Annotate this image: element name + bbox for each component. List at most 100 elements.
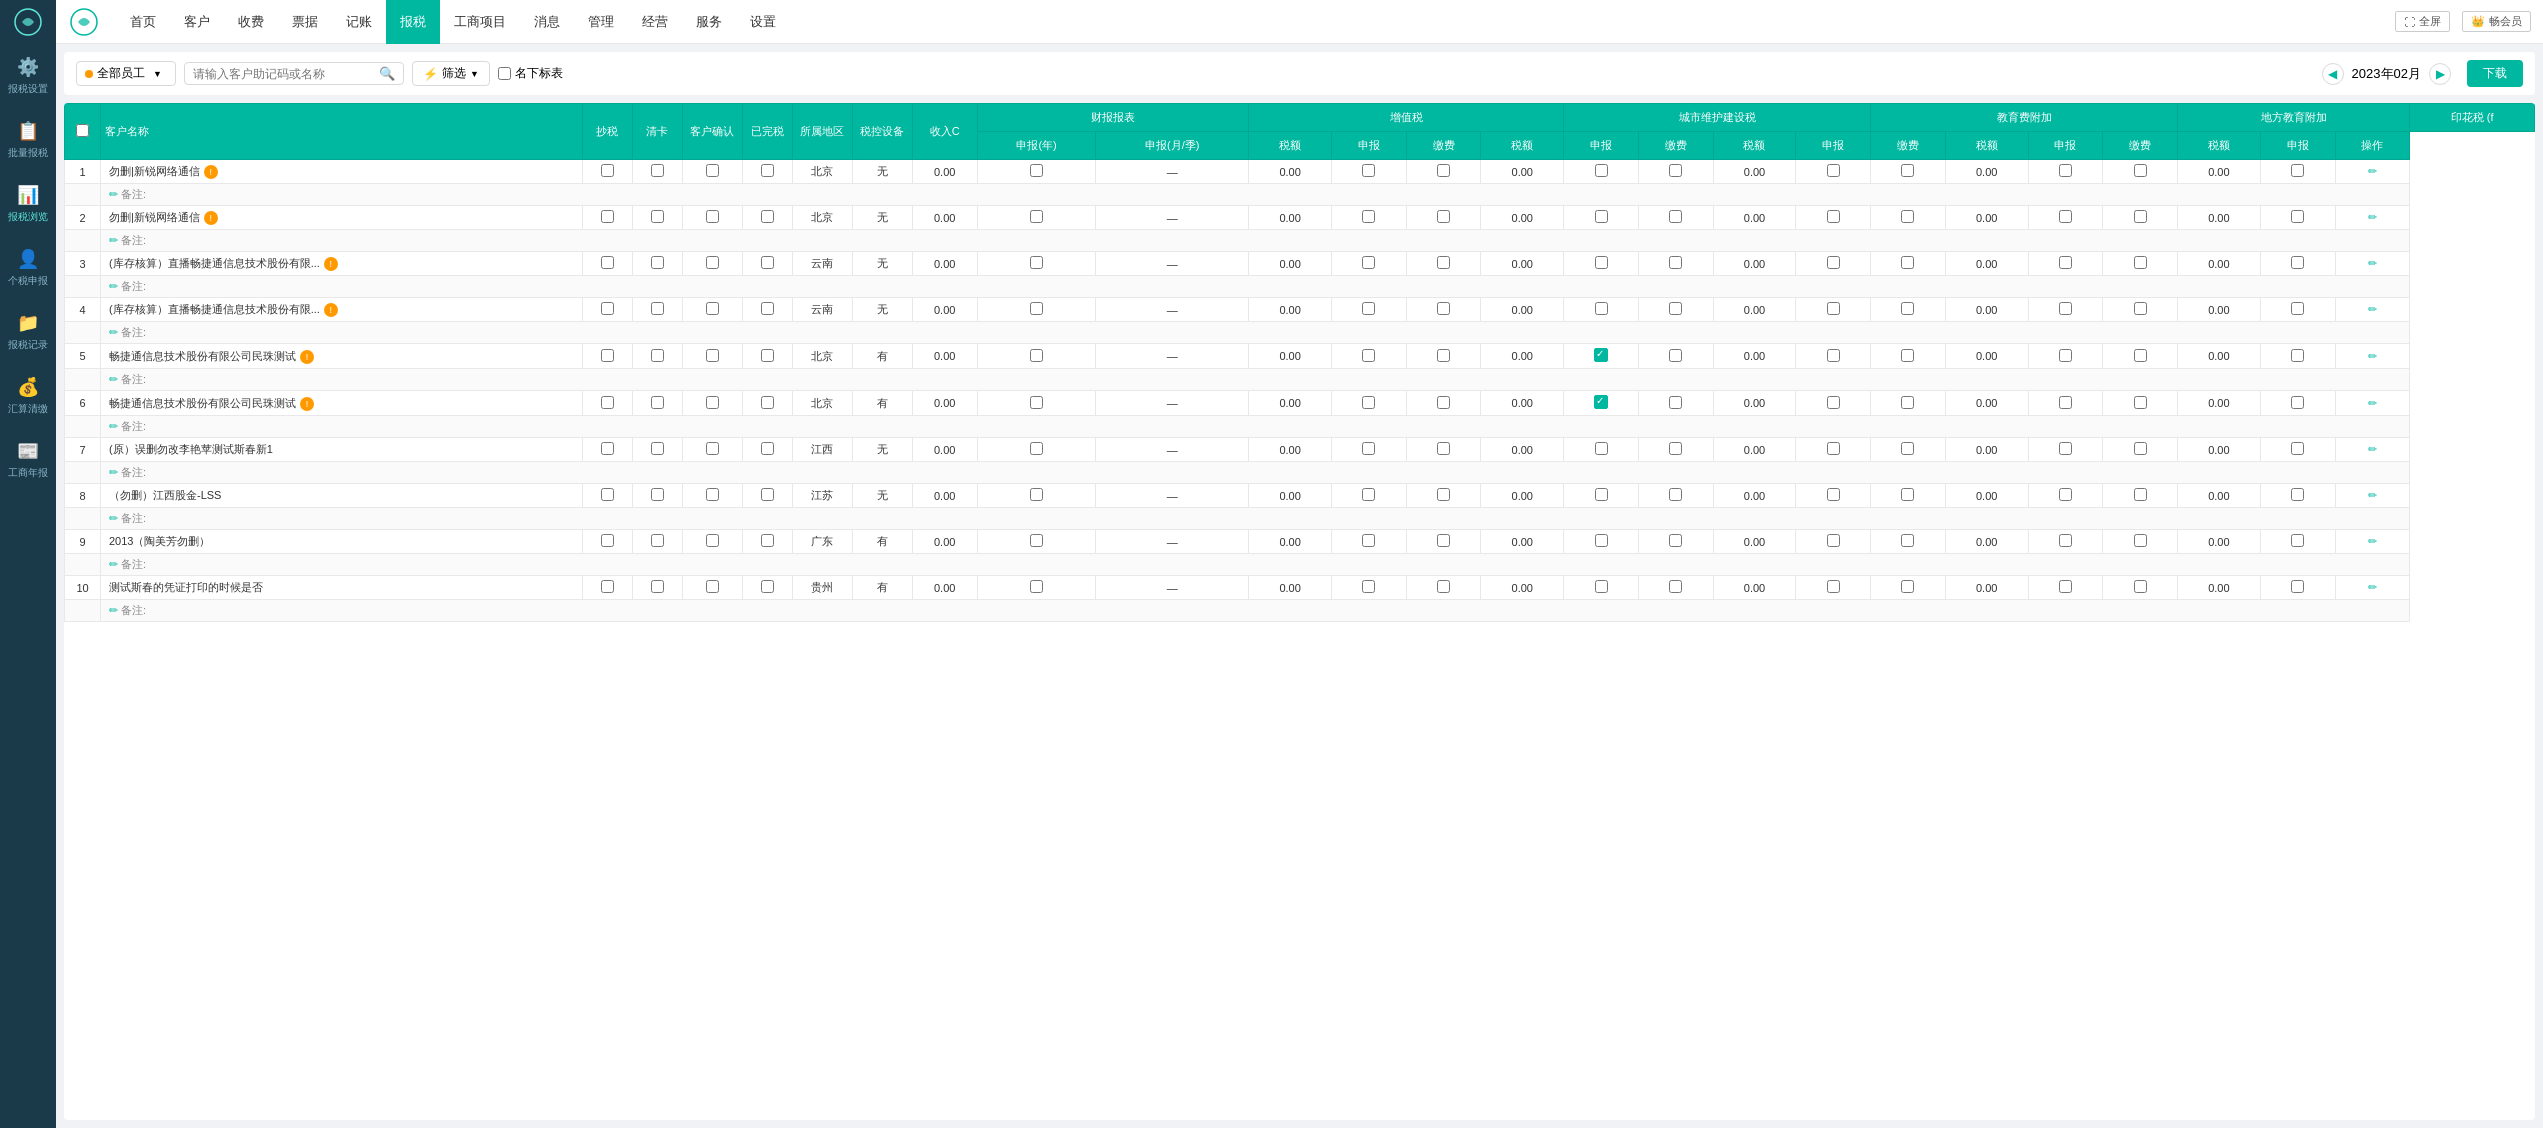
chaoshui-checkbox[interactable] xyxy=(582,576,632,600)
vat-declare-checkbox[interactable] xyxy=(1332,484,1407,508)
annual-declare-checkbox[interactable] xyxy=(977,160,1096,184)
confirm-checkbox[interactable] xyxy=(682,484,742,508)
edit-button[interactable]: ✏ xyxy=(2335,344,2410,369)
chaoshui-checkbox[interactable] xyxy=(582,530,632,554)
edit-button[interactable]: ✏ xyxy=(2335,252,2410,276)
qingka-checkbox[interactable] xyxy=(632,484,682,508)
city-pay-checkbox[interactable] xyxy=(1638,438,1713,462)
sidebar-item-geshuishenbao[interactable]: 👤 个税申报 xyxy=(0,236,56,300)
vat-pay-checkbox[interactable] xyxy=(1406,530,1481,554)
nav-operation[interactable]: 经营 xyxy=(628,0,682,44)
edu-pay-checkbox[interactable] xyxy=(1871,344,1946,369)
stamp-declare-checkbox[interactable] xyxy=(2260,391,2335,416)
confirm-checkbox[interactable] xyxy=(682,438,742,462)
annual-declare-checkbox[interactable] xyxy=(977,206,1096,230)
edu-pay-checkbox[interactable] xyxy=(1871,298,1946,322)
local-declare-checkbox[interactable] xyxy=(2028,298,2103,322)
local-declare-checkbox[interactable] xyxy=(2028,391,2103,416)
sidebar-item-baoshuishezhi[interactable]: ⚙️ 报税设置 xyxy=(0,44,56,108)
remark-edit-icon[interactable]: ✏ xyxy=(109,512,118,524)
qingka-checkbox[interactable] xyxy=(632,530,682,554)
nav-settings[interactable]: 设置 xyxy=(736,0,790,44)
remark-edit-icon[interactable]: ✏ xyxy=(109,280,118,292)
confirm-checkbox[interactable] xyxy=(682,344,742,369)
annual-declare-checkbox[interactable] xyxy=(977,252,1096,276)
vat-declare-checkbox[interactable] xyxy=(1332,252,1407,276)
local-declare-checkbox[interactable] xyxy=(2028,438,2103,462)
edit-button[interactable]: ✏ xyxy=(2335,438,2410,462)
edit-button[interactable]: ✏ xyxy=(2335,206,2410,230)
edit-button[interactable]: ✏ xyxy=(2335,160,2410,184)
annual-declare-checkbox[interactable] xyxy=(977,530,1096,554)
edit-button[interactable]: ✏ xyxy=(2335,530,2410,554)
local-pay-checkbox[interactable] xyxy=(2103,206,2178,230)
nav-home[interactable]: 首页 xyxy=(116,0,170,44)
vat-pay-checkbox[interactable] xyxy=(1406,298,1481,322)
nav-billing[interactable]: 收费 xyxy=(224,0,278,44)
edu-declare-checkbox[interactable] xyxy=(1796,344,1871,369)
city-pay-checkbox[interactable] xyxy=(1638,391,1713,416)
city-declare-checkbox[interactable] xyxy=(1564,484,1639,508)
annual-declare-checkbox[interactable] xyxy=(977,438,1096,462)
stamp-declare-checkbox[interactable] xyxy=(2260,484,2335,508)
chaoshui-checkbox[interactable] xyxy=(582,438,632,462)
nav-business[interactable]: 工商项目 xyxy=(440,0,520,44)
local-declare-checkbox[interactable] xyxy=(2028,484,2103,508)
chaoshui-checkbox[interactable] xyxy=(582,252,632,276)
city-pay-checkbox[interactable] xyxy=(1638,160,1713,184)
select-all-checkbox[interactable] xyxy=(76,124,89,137)
edu-declare-checkbox[interactable] xyxy=(1796,438,1871,462)
vat-declare-checkbox[interactable] xyxy=(1332,576,1407,600)
remark-edit-icon[interactable]: ✏ xyxy=(109,466,118,478)
vat-declare-checkbox[interactable] xyxy=(1332,206,1407,230)
edu-pay-checkbox[interactable] xyxy=(1871,206,1946,230)
remark-edit-icon[interactable]: ✏ xyxy=(109,604,118,616)
paid-checkbox[interactable] xyxy=(742,206,792,230)
chaoshui-checkbox[interactable] xyxy=(582,298,632,322)
qingka-checkbox[interactable] xyxy=(632,252,682,276)
date-prev-button[interactable]: ◀ xyxy=(2322,63,2344,85)
qingka-checkbox[interactable] xyxy=(632,160,682,184)
paid-checkbox[interactable] xyxy=(742,530,792,554)
confirm-checkbox[interactable] xyxy=(682,160,742,184)
local-declare-checkbox[interactable] xyxy=(2028,344,2103,369)
annual-declare-checkbox[interactable] xyxy=(977,391,1096,416)
edit-button[interactable]: ✏ xyxy=(2335,298,2410,322)
sidebar-item-baoshuiliulan[interactable]: 📊 报税浏览 xyxy=(0,172,56,236)
edu-declare-checkbox[interactable] xyxy=(1796,576,1871,600)
local-declare-checkbox[interactable] xyxy=(2028,530,2103,554)
qingka-checkbox[interactable] xyxy=(632,576,682,600)
sidebar-item-gongshangnianbaoa[interactable]: 📰 工商年报 xyxy=(0,428,56,492)
local-pay-checkbox[interactable] xyxy=(2103,438,2178,462)
chaoshui-checkbox[interactable] xyxy=(582,160,632,184)
vat-declare-checkbox[interactable] xyxy=(1332,298,1407,322)
edu-pay-checkbox[interactable] xyxy=(1871,438,1946,462)
vat-pay-checkbox[interactable] xyxy=(1406,438,1481,462)
paid-checkbox[interactable] xyxy=(742,344,792,369)
confirm-checkbox[interactable] xyxy=(682,530,742,554)
vat-declare-checkbox[interactable] xyxy=(1332,391,1407,416)
local-pay-checkbox[interactable] xyxy=(2103,344,2178,369)
edit-button[interactable]: ✏ xyxy=(2335,576,2410,600)
edu-pay-checkbox[interactable] xyxy=(1871,530,1946,554)
annual-declare-checkbox[interactable] xyxy=(977,484,1096,508)
edu-pay-checkbox[interactable] xyxy=(1871,484,1946,508)
confirm-checkbox[interactable] xyxy=(682,298,742,322)
city-declare-checkbox[interactable] xyxy=(1564,438,1639,462)
download-button[interactable]: 下载 xyxy=(2467,60,2523,87)
confirm-checkbox[interactable] xyxy=(682,391,742,416)
edu-declare-checkbox[interactable] xyxy=(1796,298,1871,322)
nav-invoice[interactable]: 票据 xyxy=(278,0,332,44)
vat-declare-checkbox[interactable] xyxy=(1332,344,1407,369)
vat-pay-checkbox[interactable] xyxy=(1406,484,1481,508)
stamp-declare-checkbox[interactable] xyxy=(2260,344,2335,369)
remark-edit-icon[interactable]: ✏ xyxy=(109,558,118,570)
local-pay-checkbox[interactable] xyxy=(2103,298,2178,322)
chaoshui-checkbox[interactable] xyxy=(582,391,632,416)
annual-declare-checkbox[interactable] xyxy=(977,344,1096,369)
city-declare-checkbox[interactable] xyxy=(1564,252,1639,276)
qingka-checkbox[interactable] xyxy=(632,391,682,416)
remark-edit-icon[interactable]: ✏ xyxy=(109,420,118,432)
named-checkbox-label[interactable]: 名下标表 xyxy=(498,65,563,82)
vat-pay-checkbox[interactable] xyxy=(1406,206,1481,230)
